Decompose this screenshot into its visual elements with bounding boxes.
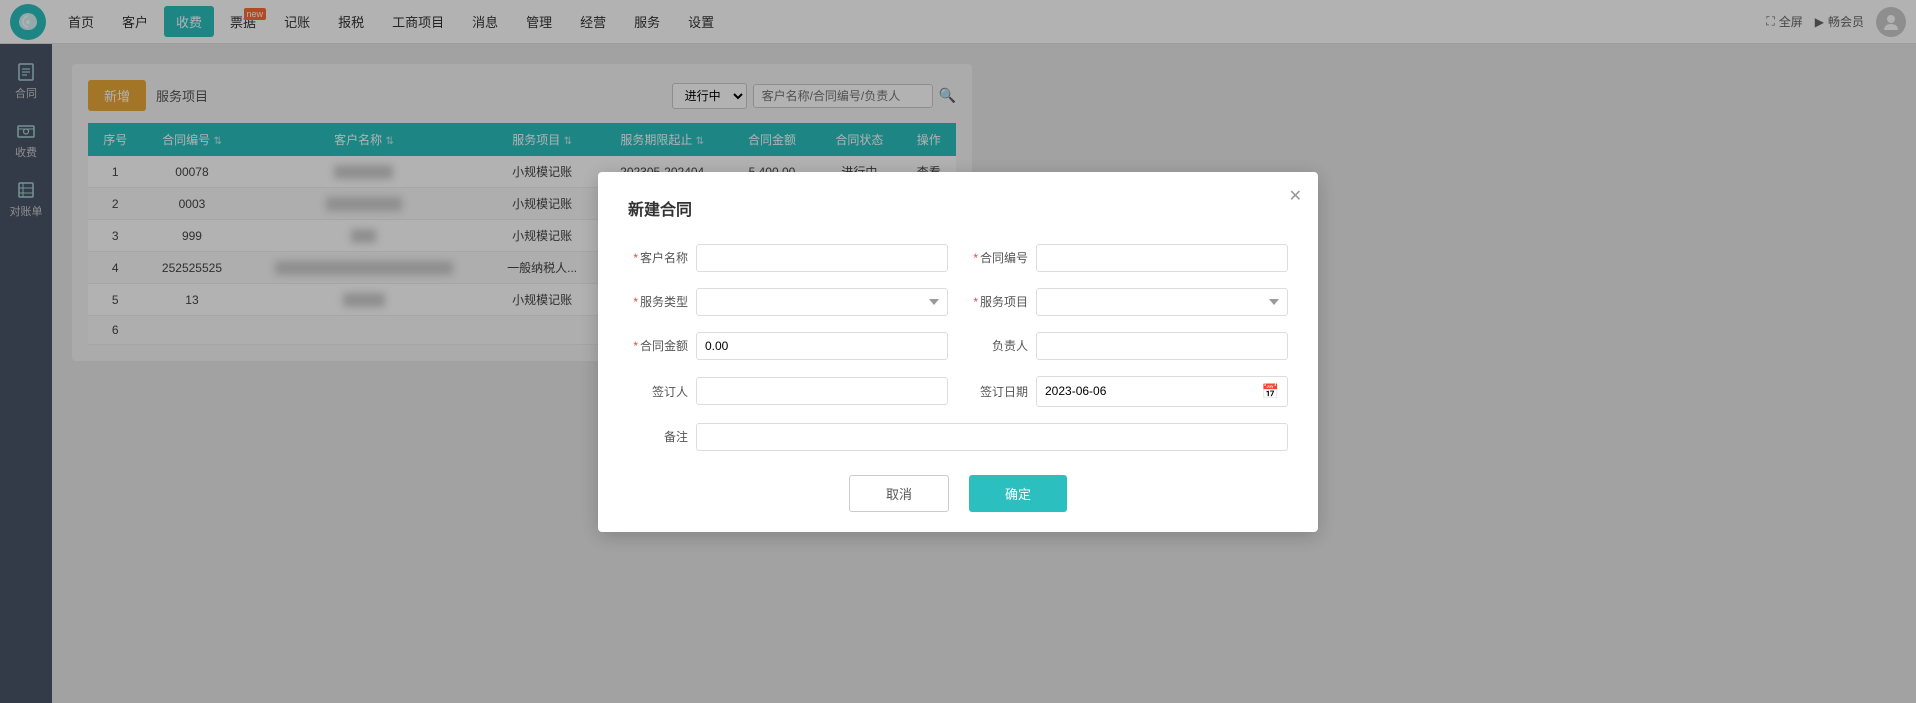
contract-amount-row: *合同金额 — [628, 332, 948, 360]
contract-no-label: *合同编号 — [968, 249, 1028, 266]
service-type-row: *服务类型 — [628, 288, 948, 316]
confirm-button[interactable]: 确定 — [969, 475, 1067, 512]
service-type-label: *服务类型 — [628, 293, 688, 310]
service-item-row: *服务项目 — [968, 288, 1288, 316]
responsible-person-input[interactable] — [1036, 332, 1288, 360]
service-item-label: *服务项目 — [968, 293, 1028, 310]
calendar-icon[interactable]: 📅 — [1262, 383, 1279, 400]
sign-date-label: 签订日期 — [968, 383, 1028, 400]
dialog-close-button[interactable]: ✕ — [1289, 186, 1302, 206]
notes-label: 备注 — [628, 428, 688, 445]
contract-amount-label: *合同金额 — [628, 337, 688, 354]
service-type-select[interactable] — [696, 288, 948, 316]
dialog-overlay[interactable]: 新建合同 ✕ *客户名称 *合同编号 *服务类型 — [0, 0, 1916, 703]
signer-row: 签订人 — [628, 376, 948, 407]
dialog-title: 新建合同 — [628, 196, 1288, 220]
contract-no-input[interactable] — [1036, 244, 1288, 272]
customer-name-label: *客户名称 — [628, 249, 688, 266]
contract-amount-input[interactable] — [696, 332, 948, 360]
customer-name-row: *客户名称 — [628, 244, 948, 272]
signer-input[interactable] — [696, 377, 948, 405]
signer-label: 签订人 — [628, 383, 688, 400]
sign-date-input[interactable] — [1045, 384, 1262, 398]
notes-row: 备注 — [628, 423, 1288, 451]
responsible-person-row: 负责人 — [968, 332, 1288, 360]
cancel-button[interactable]: 取消 — [849, 475, 949, 512]
contract-no-row: *合同编号 — [968, 244, 1288, 272]
new-contract-dialog: 新建合同 ✕ *客户名称 *合同编号 *服务类型 — [598, 172, 1318, 532]
sign-date-row: 签订日期 📅 — [968, 376, 1288, 407]
sign-date-wrapper: 📅 — [1036, 376, 1288, 407]
dialog-form: *客户名称 *合同编号 *服务类型 *服务项目 — [628, 244, 1288, 451]
dialog-footer: 取消 确定 — [628, 475, 1288, 512]
customer-name-input[interactable] — [696, 244, 948, 272]
notes-input[interactable] — [696, 423, 1288, 451]
responsible-person-label: 负责人 — [968, 337, 1028, 354]
service-item-select[interactable] — [1036, 288, 1288, 316]
